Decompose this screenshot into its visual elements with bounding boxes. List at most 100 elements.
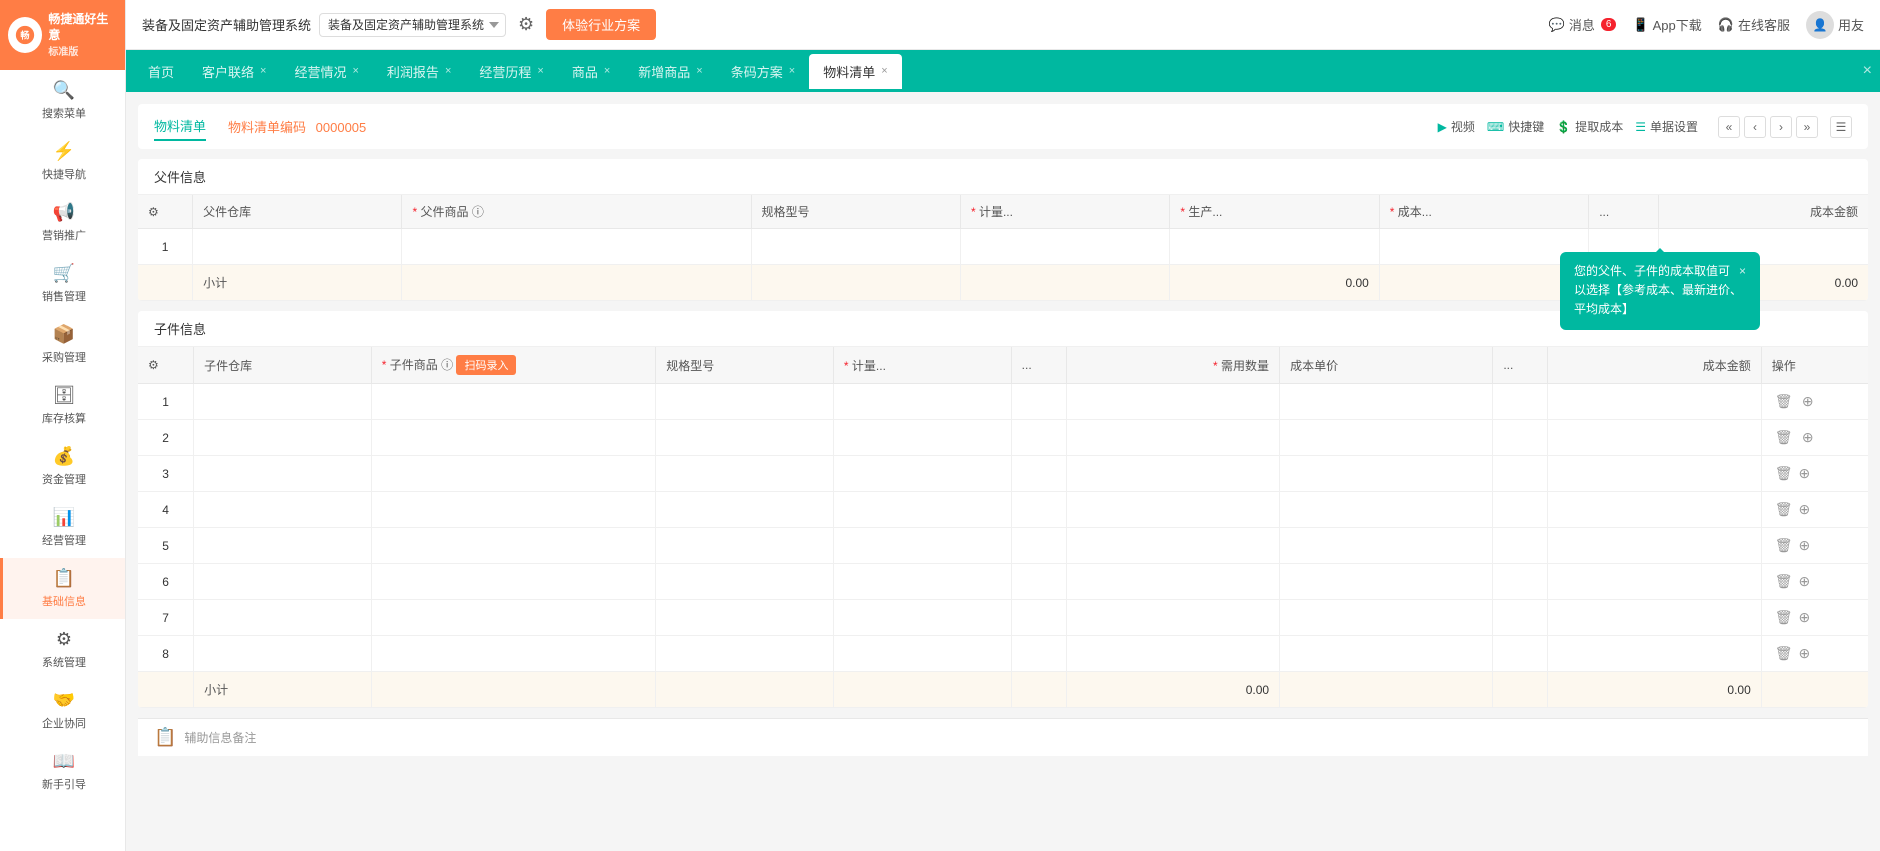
sidebar-item-marketing[interactable]: 📢 营销推广 — [0, 192, 125, 253]
close-all-tabs[interactable]: × — [1863, 62, 1872, 80]
parent-row-1-warehouse[interactable] — [193, 229, 402, 265]
guide-icon: 📖 — [53, 751, 75, 772]
child-row-1-quantity[interactable] — [1066, 384, 1279, 420]
page-next-next[interactable]: » — [1796, 116, 1818, 138]
delete-row-3-btn[interactable]: 🗑 — [1772, 465, 1796, 481]
tab-operation-status[interactable]: 经营情况 × — [280, 54, 372, 89]
parent-row-1-cost[interactable] — [1379, 229, 1588, 265]
tab-profit[interactable]: 利润报告 × — [373, 54, 465, 89]
shortcut-button[interactable]: ⌨ 快捷键 — [1487, 118, 1544, 135]
parent-row-1-product[interactable] — [402, 229, 751, 265]
copy-row-5-btn[interactable]: ⊕ — [1796, 537, 1814, 553]
delete-row-2-btn[interactable]: 🗑 — [1772, 429, 1796, 445]
child-row-1: 1 🗑 ⊕ — [138, 384, 1868, 420]
parent-row-1-unit[interactable] — [960, 229, 1169, 265]
parent-col-settings[interactable]: ⚙ — [138, 195, 193, 229]
copy-row-8-btn[interactable]: ⊕ — [1796, 645, 1814, 661]
parent-col-more: ... — [1589, 195, 1659, 229]
sidebar-label-sales: 销售管理 — [42, 288, 86, 304]
child-row-1-warehouse[interactable] — [194, 384, 372, 420]
sidebar-item-inventory[interactable]: 🗄 库存核算 — [0, 375, 125, 436]
online-service-button[interactable]: 🎧 在线客服 — [1718, 15, 1790, 34]
copy-row-6-btn[interactable]: ⊕ — [1796, 573, 1814, 589]
child-col-more2: ... — [1493, 347, 1548, 384]
sidebar-item-search[interactable]: 🔍 搜索菜单 — [0, 70, 125, 131]
parent-row-1-production[interactable] — [1170, 229, 1379, 265]
page-prev-prev[interactable]: « — [1718, 116, 1740, 138]
cost-button[interactable]: 💲 提取成本 — [1556, 118, 1623, 135]
tab-customers-close[interactable]: × — [260, 65, 266, 77]
tab-products[interactable]: 商品 × — [558, 54, 624, 89]
tab-history-close[interactable]: × — [537, 65, 543, 77]
sidebar-item-sales[interactable]: 🛒 销售管理 — [0, 253, 125, 314]
sidebar-item-operation[interactable]: 📊 经营管理 — [0, 497, 125, 558]
user-label: 用友 — [1838, 15, 1864, 34]
view-button[interactable]: ▶ 视频 — [1438, 118, 1475, 135]
child-row-2-product[interactable] — [371, 420, 655, 456]
system-title: 装备及固定资产辅助管理系统 — [142, 15, 311, 34]
sidebar-item-system[interactable]: ⚙ 系统管理 — [0, 619, 125, 680]
tooltip-close-btn[interactable]: × — [1739, 262, 1746, 281]
sidebar-item-purchase[interactable]: 📦 采购管理 — [0, 314, 125, 375]
sidebar-label-purchase: 采购管理 — [42, 349, 86, 365]
table-view-toggle[interactable]: ☰ — [1830, 116, 1852, 138]
tab-newproducts-close[interactable]: × — [696, 65, 702, 77]
copy-row-3-btn[interactable]: ⊕ — [1796, 465, 1814, 481]
tab-home[interactable]: 首页 — [134, 54, 188, 89]
tab-barcode-close[interactable]: × — [789, 65, 795, 77]
child-row-1-unit-cost[interactable] — [1280, 384, 1493, 420]
sidebar-item-finance[interactable]: 💰 资金管理 — [0, 436, 125, 497]
topbar-right: 💬 消息 6 📱 App下载 🎧 在线客服 👤 用友 — [1549, 11, 1864, 39]
message-button[interactable]: 💬 消息 6 — [1549, 15, 1617, 34]
child-row-2-warehouse[interactable] — [194, 420, 372, 456]
child-col-settings[interactable]: ⚙ — [138, 347, 194, 384]
sidebar-item-guide[interactable]: 📖 新手引导 — [0, 741, 125, 802]
child-row-2-spec[interactable] — [656, 420, 834, 456]
delete-row-8-btn[interactable]: 🗑 — [1772, 645, 1796, 661]
tab-bom[interactable]: 物料清单 × — [809, 54, 901, 89]
code-label: 物料清单编码 — [228, 120, 306, 135]
delete-row-6-btn[interactable]: 🗑 — [1772, 573, 1796, 589]
app-download-button[interactable]: 📱 App下载 — [1632, 15, 1701, 34]
settings-doc-button[interactable]: ☰ 单据设置 — [1635, 118, 1698, 135]
tab-customers[interactable]: 客户联络 × — [188, 54, 280, 89]
tab-products-close[interactable]: × — [604, 65, 610, 77]
copy-row-2-btn[interactable]: ⊕ — [1799, 429, 1817, 445]
tab-products-label: 商品 — [572, 62, 598, 81]
page-prev[interactable]: ‹ — [1744, 116, 1766, 138]
sidebar-item-quicknav[interactable]: ⚡ 快捷导航 — [0, 131, 125, 192]
tab-operation-close[interactable]: × — [352, 65, 358, 77]
copy-row-4-btn[interactable]: ⊕ — [1796, 501, 1814, 517]
delete-row-5-btn[interactable]: 🗑 — [1772, 537, 1796, 553]
sidebar-item-cooperation[interactable]: 🤝 企业协同 — [0, 680, 125, 741]
child-row-2-unit-cost[interactable] — [1280, 420, 1493, 456]
delete-row-4-btn[interactable]: 🗑 — [1772, 501, 1796, 517]
settings-icon[interactable]: ⚙ — [514, 10, 538, 39]
sub-tab-bom[interactable]: 物料清单 — [154, 112, 206, 141]
sidebar-label-cooperation: 企业协同 — [42, 715, 86, 731]
copy-row-7-btn[interactable]: ⊕ — [1796, 609, 1814, 625]
copy-row-1-btn[interactable]: ⊕ — [1799, 393, 1817, 409]
delete-row-7-btn[interactable]: 🗑 — [1772, 609, 1796, 625]
user-button[interactable]: 👤 用友 — [1806, 11, 1864, 39]
child-row-1-spec[interactable] — [656, 384, 834, 420]
scan-button[interactable]: 扫码录入 — [456, 355, 516, 375]
child-row-2-quantity[interactable] — [1066, 420, 1279, 456]
marketing-icon: 📢 — [53, 202, 75, 223]
tab-new-products[interactable]: 新增商品 × — [624, 54, 716, 89]
tab-profit-close[interactable]: × — [445, 65, 451, 77]
system-select[interactable]: 装备及固定资产辅助管理系统 — [319, 13, 506, 37]
parent-row-1-spec[interactable] — [751, 229, 960, 265]
tab-bom-close[interactable]: × — [881, 65, 887, 77]
tab-barcode[interactable]: 条码方案 × — [717, 54, 809, 89]
delete-row-1-btn[interactable]: 🗑 — [1772, 393, 1796, 409]
child-row-2-unit[interactable] — [833, 420, 1011, 456]
child-row-1-unit[interactable] — [833, 384, 1011, 420]
tab-operation-status-label: 经营情况 — [294, 62, 346, 81]
tab-operation-history[interactable]: 经营历程 × — [465, 54, 557, 89]
cost-label: 提取成本 — [1575, 118, 1623, 135]
trial-button[interactable]: 体验行业方案 — [546, 9, 656, 40]
sidebar-item-basicinfo[interactable]: 📋 基础信息 — [0, 558, 125, 619]
page-next[interactable]: › — [1770, 116, 1792, 138]
child-row-1-product[interactable] — [371, 384, 655, 420]
